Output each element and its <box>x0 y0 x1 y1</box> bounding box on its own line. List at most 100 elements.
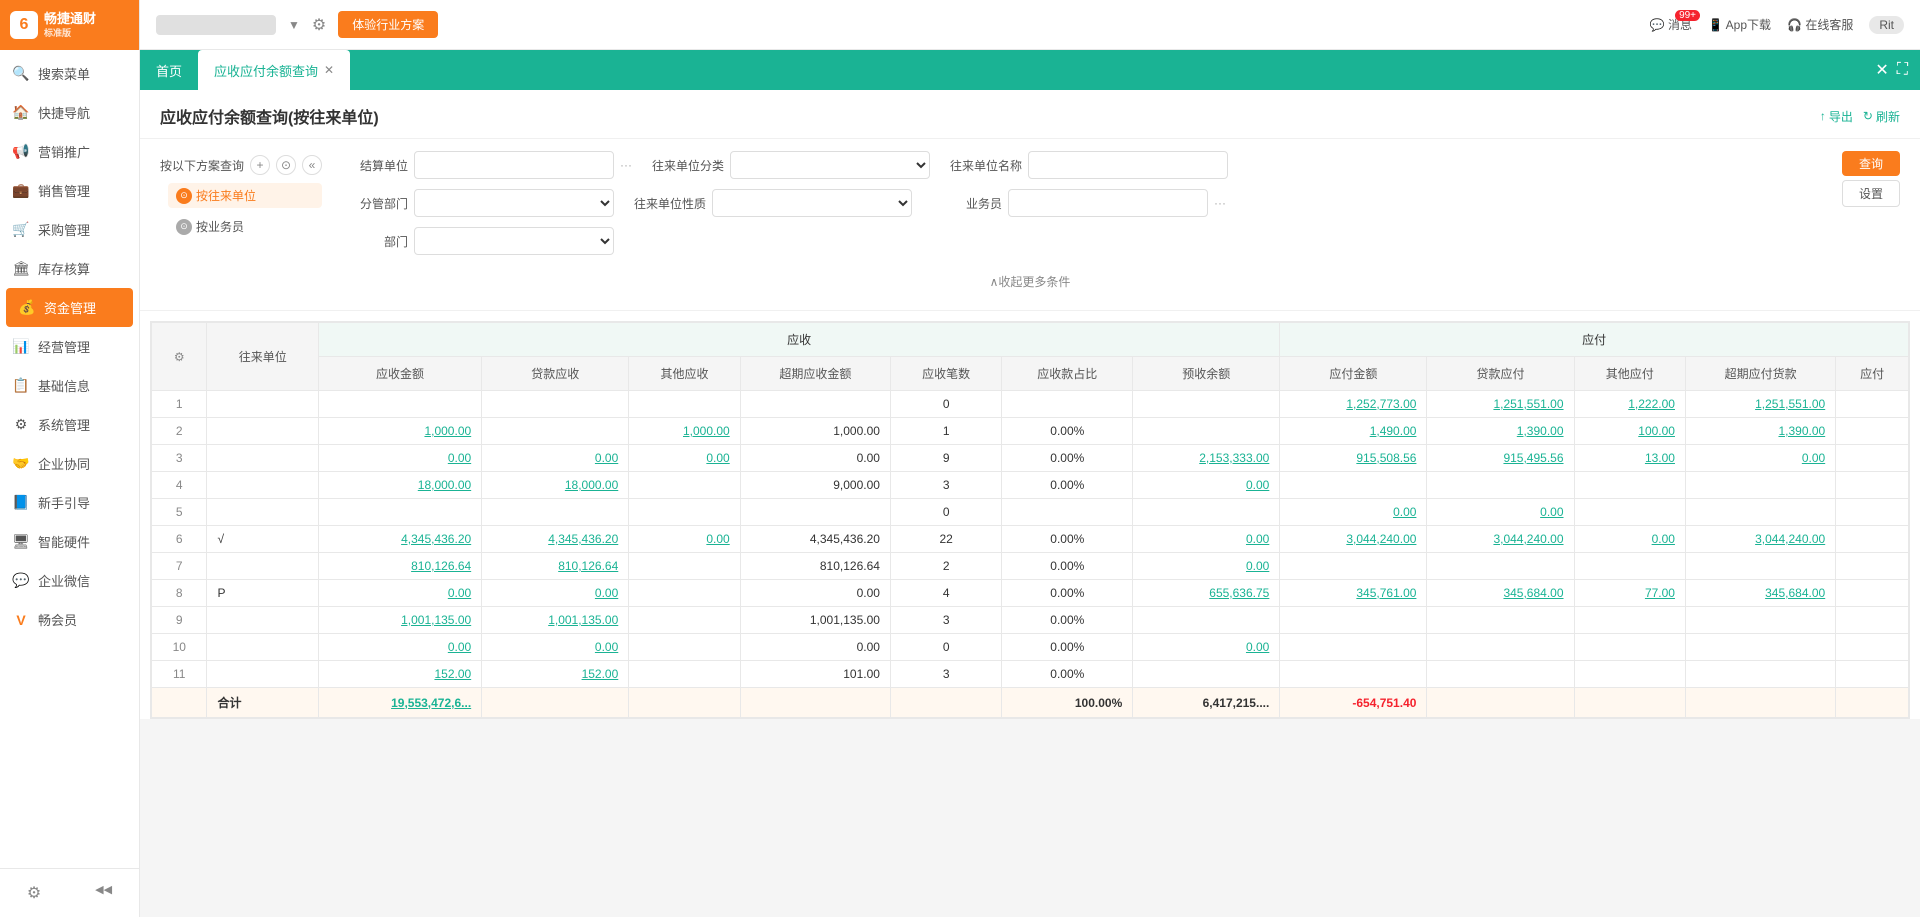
salesperson-input[interactable] <box>1008 189 1208 217</box>
tab-close-window-icon[interactable]: ✕ <box>1875 60 1888 80</box>
sidebar-item-search-menu[interactable]: 🔍 搜索菜单 <box>0 54 139 93</box>
sidebar-item-finance[interactable]: 💰 资金管理 <box>6 288 133 327</box>
sidebar-item-guide[interactable]: 📘 新手引导 <box>0 483 139 522</box>
table-cell[interactable]: 1,001,135.00 <box>318 607 481 634</box>
table-cell[interactable]: 810,126.64 <box>318 553 481 580</box>
table-cell[interactable]: 3,044,240.00 <box>1685 526 1835 553</box>
table-cell[interactable]: 100.00 <box>1574 418 1685 445</box>
table-cell[interactable]: 0.00 <box>318 445 481 472</box>
breadcrumb-chevron-icon[interactable]: ▼ <box>288 18 300 32</box>
sidebar-item-enterprise[interactable]: 🤝 企业协同 <box>0 444 139 483</box>
sub-nav-by-partner[interactable]: ⊙ 按往来单位 <box>168 183 322 208</box>
table-cell[interactable]: 1,390.00 <box>1427 418 1574 445</box>
partner-name-input[interactable] <box>1028 151 1228 179</box>
table-cell[interactable]: 0.00 <box>1133 634 1280 661</box>
table-cell[interactable]: 0.00 <box>1133 553 1280 580</box>
table-cell[interactable]: 0.00 <box>629 445 740 472</box>
table-cell[interactable]: 152.00 <box>318 661 481 688</box>
table-cell[interactable]: 0.00 <box>482 580 629 607</box>
filter-add-btn[interactable]: + <box>250 155 270 175</box>
table-cell[interactable]: 3,044,240.00 <box>1280 526 1427 553</box>
table-cell[interactable]: 2,153,333.00 <box>1133 445 1280 472</box>
table-cell[interactable]: 1,490.00 <box>1280 418 1427 445</box>
table-cell[interactable]: 0.00 <box>1280 499 1427 526</box>
table-cell[interactable]: 1,001,135.00 <box>482 607 629 634</box>
sidebar-item-basic-info[interactable]: 📋 基础信息 <box>0 366 139 405</box>
table-cell[interactable]: 13.00 <box>1574 445 1685 472</box>
table-cell[interactable]: 915,495.56 <box>1427 445 1574 472</box>
table-cell[interactable]: 4,345,436.20 <box>482 526 629 553</box>
table-cell[interactable]: 0.00 <box>1133 526 1280 553</box>
table-cell[interactable]: 1,000.00 <box>318 418 481 445</box>
export-button[interactable]: ↑ 导出 <box>1820 108 1853 125</box>
table-cell[interactable]: 0.00 <box>1427 499 1574 526</box>
user-avatar[interactable]: Rit <box>1869 16 1904 34</box>
settings-gear-icon[interactable]: ⚙ <box>312 15 326 35</box>
sidebar-item-quick-nav[interactable]: 🏠 快捷导航 <box>0 93 139 132</box>
table-cell[interactable]: 915,508.56 <box>1280 445 1427 472</box>
app-download-link[interactable]: 📱 App下载 <box>1708 16 1771 33</box>
table-cell[interactable]: 1,390.00 <box>1685 418 1835 445</box>
tab-home[interactable]: 首页 <box>140 50 198 90</box>
refresh-button[interactable]: ↻ 刷新 <box>1863 108 1900 125</box>
settlement-unit-dots[interactable]: ··· <box>620 158 632 172</box>
table-cell[interactable]: 0.00 <box>1133 472 1280 499</box>
setting-button[interactable]: 设置 <box>1842 180 1900 207</box>
supervising-dept-select[interactable] <box>414 189 614 217</box>
th-gear[interactable]: ⚙ <box>152 323 207 391</box>
sub-nav-by-salesperson[interactable]: ⊙ 按业务员 <box>168 214 322 239</box>
table-cell[interactable]: 1,251,551.00 <box>1685 391 1835 418</box>
table-cell[interactable]: 152.00 <box>482 661 629 688</box>
query-button[interactable]: 查询 <box>1842 151 1900 176</box>
table-cell[interactable]: 18,000.00 <box>318 472 481 499</box>
tab-fullscreen-icon[interactable]: ⛶ <box>1897 61 1908 79</box>
table-cell[interactable]: 0.00 <box>318 580 481 607</box>
partner-category-select[interactable] <box>730 151 930 179</box>
try-solution-button[interactable]: 体验行业方案 <box>338 11 438 38</box>
table-cell[interactable]: 1,252,773.00 <box>1280 391 1427 418</box>
sidebar-item-system[interactable]: ⚙ 系统管理 <box>0 405 139 444</box>
table-cell[interactable]: 1,000.00 <box>629 418 740 445</box>
online-service-link[interactable]: 🎧 在线客服 <box>1787 16 1853 33</box>
table-cell[interactable]: 655,636.75 <box>1133 580 1280 607</box>
sidebar-item-wechat[interactable]: 💬 企业微信 <box>0 561 139 600</box>
filter-collapse-btn[interactable]: ∧ 收起更多条件 <box>160 265 1900 298</box>
tab-close-icon[interactable]: ✕ <box>324 63 334 77</box>
settlement-unit-input[interactable] <box>414 151 614 179</box>
settings-bottom-btn[interactable]: ⚙ <box>17 877 51 909</box>
sidebar-item-sales[interactable]: 💼 销售管理 <box>0 171 139 210</box>
table-cell[interactable]: 4,345,436.20 <box>318 526 481 553</box>
tab-ar-ap[interactable]: 应收应付余额查询 ✕ <box>198 50 350 90</box>
sidebar-item-inventory[interactable]: 🏛 库存核算 <box>0 249 139 288</box>
table-cell[interactable]: 1,222.00 <box>1574 391 1685 418</box>
table-cell[interactable]: 0.00 <box>1574 526 1685 553</box>
sidebar-item-hardware[interactable]: 🖥 智能硬件 <box>0 522 139 561</box>
table-cell <box>1427 472 1574 499</box>
table-cell[interactable]: 3,044,240.00 <box>1427 526 1574 553</box>
sidebar-item-purchase[interactable]: 🛒 采购管理 <box>0 210 139 249</box>
sidebar-item-member[interactable]: V 畅会员 <box>0 600 139 639</box>
sidebar-item-label: 库存核算 <box>38 259 90 278</box>
table-cell[interactable]: 18,000.00 <box>482 472 629 499</box>
table-cell[interactable]: 345,761.00 <box>1280 580 1427 607</box>
table-cell[interactable]: 345,684.00 <box>1427 580 1574 607</box>
partner-nature-select[interactable] <box>712 189 912 217</box>
notification-badge[interactable]: 💬 消息 99+ <box>1650 16 1692 33</box>
department-select[interactable] <box>414 227 614 255</box>
table-cell[interactable]: 0.00 <box>1685 445 1835 472</box>
table-cell[interactable]: 77.00 <box>1574 580 1685 607</box>
collapse-bottom-btn[interactable]: ◀◀ <box>85 877 122 909</box>
table-cell[interactable]: 345,684.00 <box>1685 580 1835 607</box>
table-cell[interactable]: 0.00 <box>482 634 629 661</box>
sidebar-item-marketing[interactable]: 📢 营销推广 <box>0 132 139 171</box>
table-cell[interactable]: 1,251,551.00 <box>1427 391 1574 418</box>
table-cell[interactable]: 810,126.64 <box>482 553 629 580</box>
table-cell[interactable]: 0.00 <box>629 526 740 553</box>
sidebar-item-operation[interactable]: 📊 经营管理 <box>0 327 139 366</box>
salesperson-dots[interactable]: ··· <box>1214 196 1226 210</box>
app-logo: 6 畅捷通财 标准版 <box>0 0 139 50</box>
filter-collapse-left-btn[interactable]: « <box>302 155 322 175</box>
table-cell[interactable]: 0.00 <box>318 634 481 661</box>
table-cell[interactable]: 0.00 <box>482 445 629 472</box>
filter-options-btn[interactable]: ⊙ <box>276 155 296 175</box>
